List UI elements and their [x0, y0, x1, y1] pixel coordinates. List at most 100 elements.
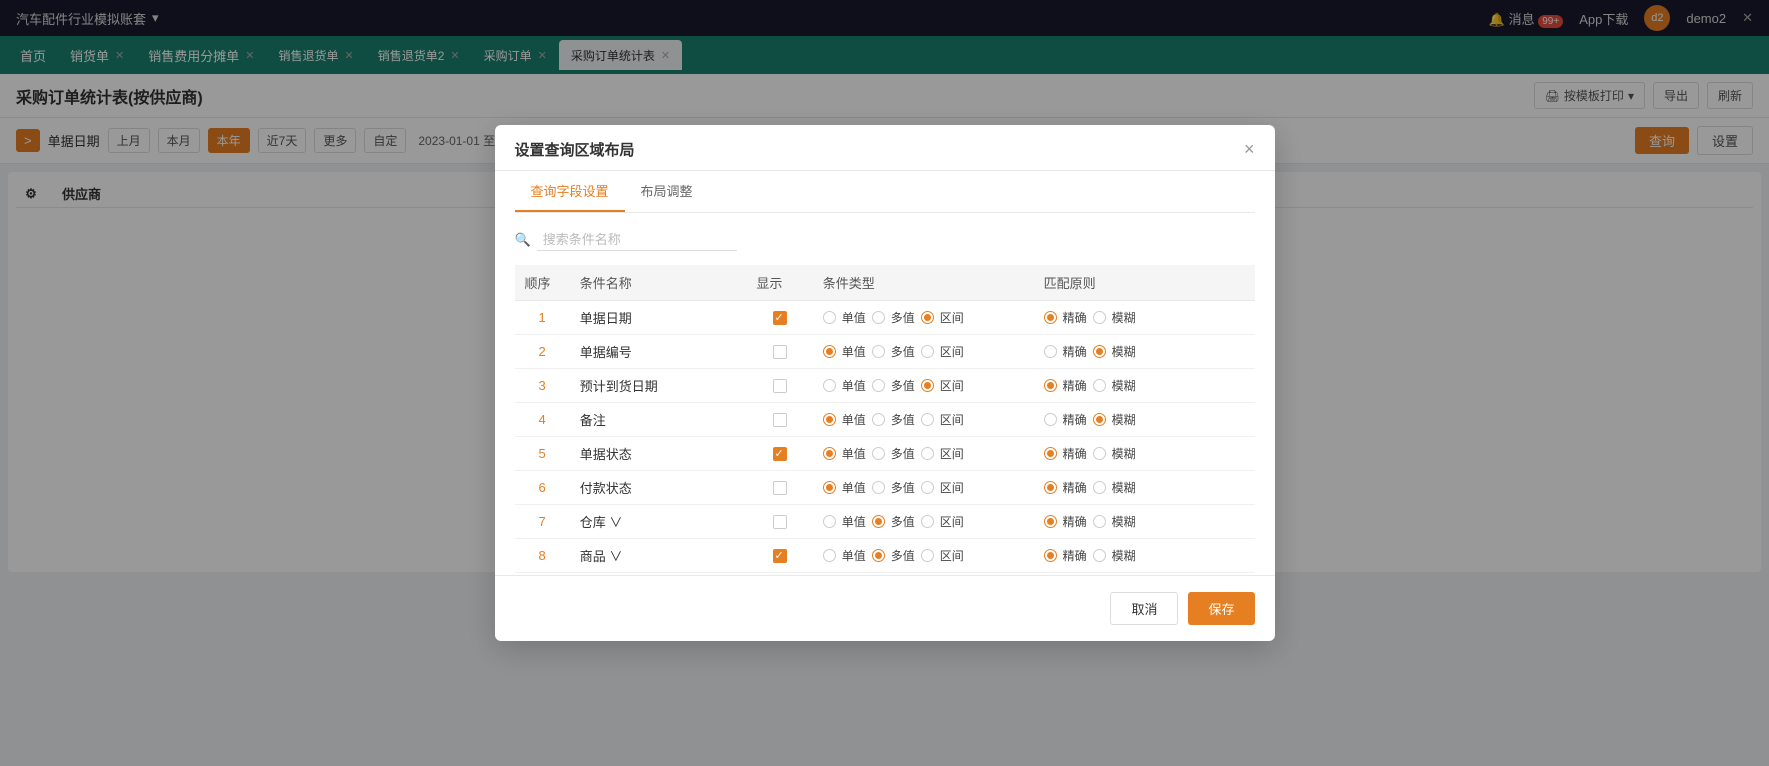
match-radio-精确[interactable] — [1044, 481, 1057, 494]
type-label-区间: 区间 — [940, 479, 964, 496]
type-radio-区间[interactable] — [921, 481, 934, 494]
match-radio-精确[interactable] — [1044, 379, 1057, 392]
match-radio-模糊[interactable] — [1093, 311, 1106, 324]
type-radio-区间[interactable] — [921, 311, 934, 324]
tab-layout-adjust[interactable]: 布局调整 — [625, 171, 709, 212]
match-label-模糊: 模糊 — [1112, 309, 1136, 326]
row-name: 仓库 ∨ — [570, 505, 747, 539]
type-label-单值: 单值 — [842, 445, 866, 462]
type-radio-区间[interactable] — [921, 549, 934, 562]
type-radio-多值[interactable] — [872, 515, 885, 528]
type-radio-多值[interactable] — [872, 379, 885, 392]
row-type: 单值多值区间 — [813, 369, 1034, 403]
show-checkbox[interactable] — [773, 481, 787, 495]
row-order: 2 — [515, 335, 570, 369]
type-label-多值: 多值 — [891, 411, 915, 428]
row-match: 精确模糊 — [1034, 437, 1255, 471]
show-checkbox[interactable] — [773, 345, 787, 359]
row-type: 单值多值区间 — [813, 437, 1034, 471]
match-radio-精确[interactable] — [1044, 515, 1057, 528]
type-label-多值: 多值 — [891, 547, 915, 564]
type-radio-区间[interactable] — [921, 447, 934, 460]
type-radio-区间[interactable] — [921, 345, 934, 358]
match-radio-模糊[interactable] — [1093, 345, 1106, 358]
type-radio-单值[interactable] — [823, 515, 836, 528]
type-label-区间: 区间 — [940, 309, 964, 326]
type-radio-单值[interactable] — [823, 447, 836, 460]
type-radio-区间[interactable] — [921, 413, 934, 426]
type-radio-区间[interactable] — [921, 379, 934, 392]
type-radio-多值[interactable] — [872, 311, 885, 324]
row-name: 付款状态 — [570, 471, 747, 505]
save-button[interactable]: 保存 — [1188, 592, 1254, 625]
dialog-body: 查询字段设置 布局调整 🔍 顺序 条件名称 显示 — [495, 171, 1275, 575]
match-label-模糊: 模糊 — [1112, 411, 1136, 428]
table-row: 2单据编号单值多值区间精确模糊 — [515, 335, 1255, 369]
tab-query-fields-label: 查询字段设置 — [531, 184, 609, 199]
show-checkbox[interactable] — [773, 549, 787, 563]
type-label-多值: 多值 — [891, 377, 915, 394]
th-type: 条件类型 — [813, 265, 1034, 301]
settings-dialog: 设置查询区域布局 × 查询字段设置 布局调整 🔍 — [495, 125, 1275, 641]
type-radio-多值[interactable] — [872, 447, 885, 460]
type-label-多值: 多值 — [891, 479, 915, 496]
conditions-table-scroll: 顺序 条件名称 显示 条件类型 匹配原则 1单据日期单值多值区间精确模糊2单据编… — [515, 265, 1255, 575]
table-row: 1单据日期单值多值区间精确模糊 — [515, 301, 1255, 335]
match-label-精确: 精确 — [1063, 309, 1087, 326]
type-radio-多值[interactable] — [872, 345, 885, 358]
type-radio-多值[interactable] — [872, 549, 885, 562]
condition-search-input[interactable] — [537, 229, 737, 251]
match-radio-模糊[interactable] — [1093, 515, 1106, 528]
row-match: 精确模糊 — [1034, 403, 1255, 437]
match-radio-模糊[interactable] — [1093, 447, 1106, 460]
type-label-区间: 区间 — [940, 547, 964, 564]
type-label-单值: 单值 — [842, 377, 866, 394]
show-checkbox[interactable] — [773, 447, 787, 461]
match-radio-模糊[interactable] — [1093, 549, 1106, 562]
match-label-模糊: 模糊 — [1112, 343, 1136, 360]
type-radio-单值[interactable] — [823, 413, 836, 426]
row-match: 精确模糊 — [1034, 471, 1255, 505]
type-radio-单值[interactable] — [823, 311, 836, 324]
match-label-精确: 精确 — [1063, 343, 1087, 360]
row-name: 预计到货日期 — [570, 369, 747, 403]
type-label-区间: 区间 — [940, 343, 964, 360]
row-show — [746, 505, 812, 539]
row-name: 单据状态 — [570, 437, 747, 471]
type-label-单值: 单值 — [842, 411, 866, 428]
type-label-多值: 多值 — [891, 343, 915, 360]
match-radio-精确[interactable] — [1044, 447, 1057, 460]
tab-query-fields[interactable]: 查询字段设置 — [515, 171, 625, 212]
dialog-footer: 取消 保存 — [495, 575, 1275, 641]
dialog-close-button[interactable]: × — [1244, 139, 1255, 160]
show-checkbox[interactable] — [773, 379, 787, 393]
match-radio-精确[interactable] — [1044, 413, 1057, 426]
row-show — [746, 335, 812, 369]
row-show — [746, 301, 812, 335]
show-checkbox[interactable] — [773, 515, 787, 529]
row-type: 单值多值区间 — [813, 505, 1034, 539]
match-radio-模糊[interactable] — [1093, 379, 1106, 392]
type-radio-区间[interactable] — [921, 515, 934, 528]
th-show: 显示 — [746, 265, 812, 301]
type-radio-多值[interactable] — [872, 481, 885, 494]
show-checkbox[interactable] — [773, 311, 787, 325]
show-checkbox[interactable] — [773, 413, 787, 427]
match-radio-模糊[interactable] — [1093, 413, 1106, 426]
type-radio-单值[interactable] — [823, 345, 836, 358]
match-radio-模糊[interactable] — [1093, 481, 1106, 494]
match-label-模糊: 模糊 — [1112, 377, 1136, 394]
cancel-button[interactable]: 取消 — [1110, 592, 1178, 625]
type-radio-多值[interactable] — [872, 413, 885, 426]
type-radio-单值[interactable] — [823, 549, 836, 562]
type-radio-单值[interactable] — [823, 379, 836, 392]
match-radio-精确[interactable] — [1044, 345, 1057, 358]
type-label-单值: 单值 — [842, 309, 866, 326]
match-radio-精确[interactable] — [1044, 549, 1057, 562]
match-label-模糊: 模糊 — [1112, 513, 1136, 530]
type-radio-单值[interactable] — [823, 481, 836, 494]
match-radio-精确[interactable] — [1044, 311, 1057, 324]
row-match: 精确 模糊 — [1034, 335, 1255, 369]
overlay: 设置查询区域布局 × 查询字段设置 布局调整 🔍 — [0, 0, 1769, 766]
type-label-区间: 区间 — [940, 513, 964, 530]
